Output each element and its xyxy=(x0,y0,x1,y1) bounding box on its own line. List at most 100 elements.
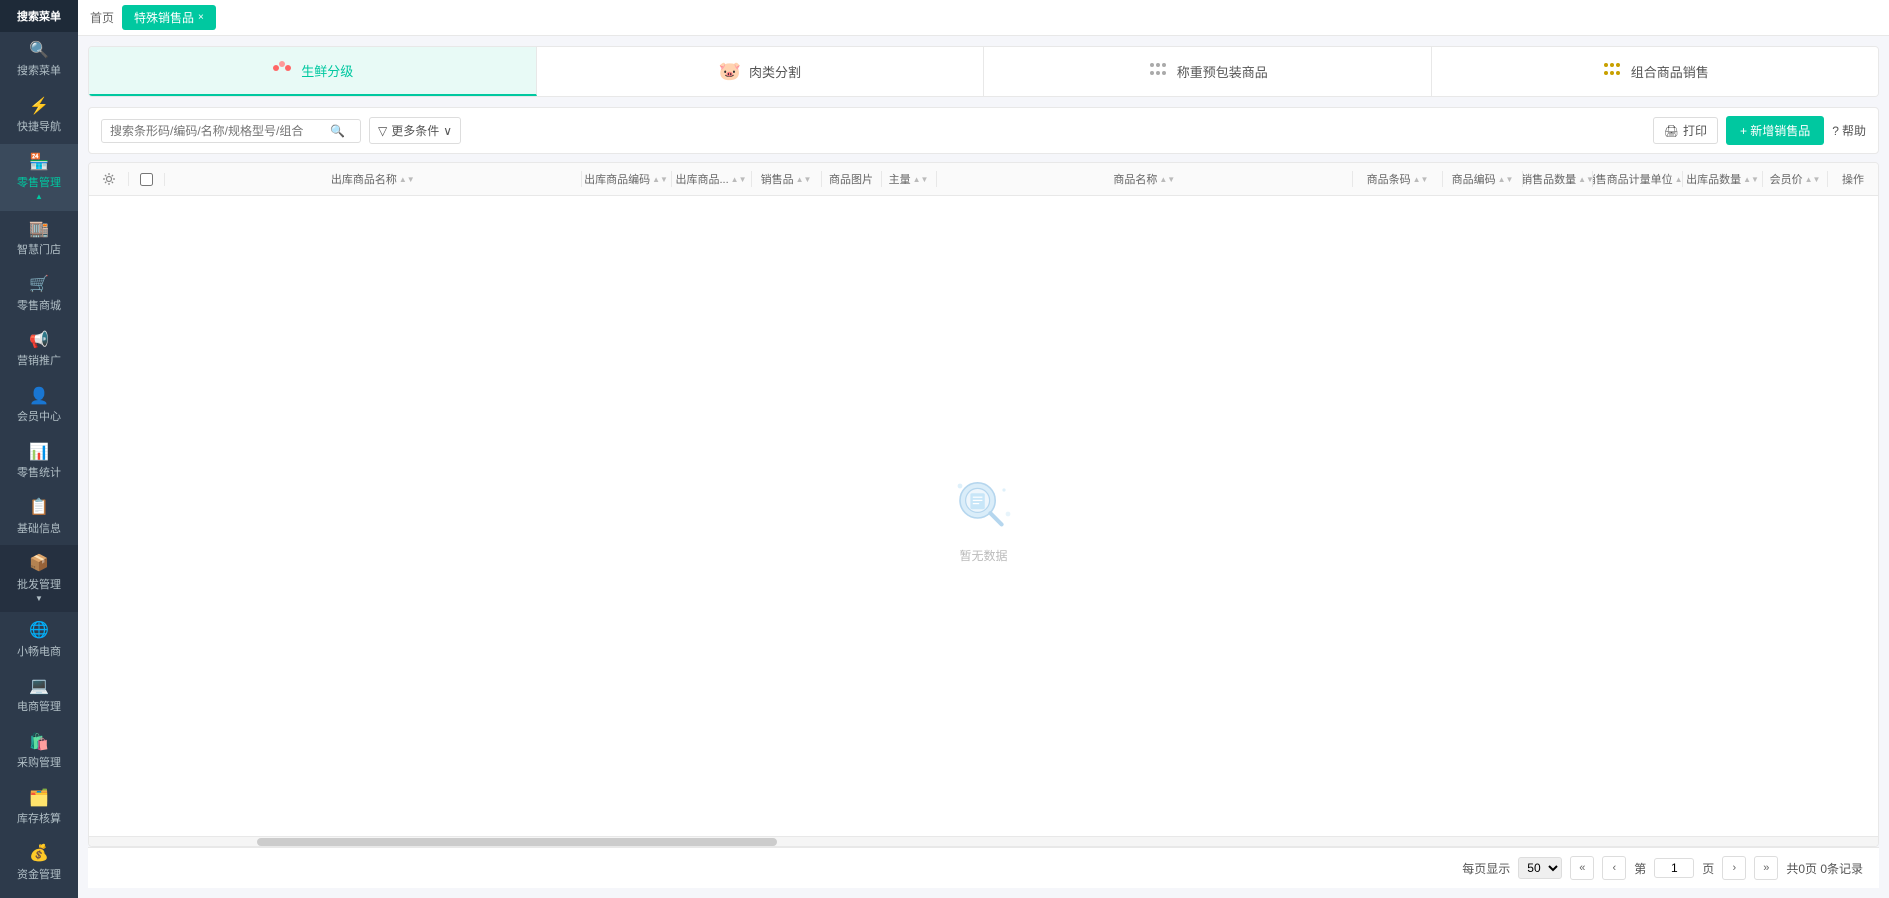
th-settings[interactable] xyxy=(89,172,129,186)
tab-weigh[interactable]: 称重预包装商品 xyxy=(984,47,1432,96)
last-page-button[interactable]: » xyxy=(1754,856,1778,880)
retail-stats-icon: 📊 xyxy=(29,442,49,464)
tab-combo[interactable]: 组合商品销售 xyxy=(1432,47,1879,96)
total-label: 共0页 0条记录 xyxy=(1786,860,1863,877)
sidebar-item-retail-stats[interactable]: 📊 零售统计 xyxy=(0,434,78,490)
sort-sales-icon[interactable]: ▲▼ xyxy=(796,175,812,184)
sort-out-spec-icon[interactable]: ▲▼ xyxy=(731,175,747,184)
th-out-code[interactable]: 出库商品编码 ▲▼ xyxy=(582,171,672,187)
meat-icon: 🐷 xyxy=(719,61,741,82)
prev-page-button[interactable]: ‹ xyxy=(1602,856,1626,880)
sidebar-item-ecom-mgmt[interactable]: 💻 电商管理 xyxy=(0,668,78,724)
wholesale-icon: 📦 xyxy=(29,553,49,575)
search-icon[interactable]: 🔍 xyxy=(330,124,345,138)
table-body: 暂无数据 xyxy=(89,196,1878,836)
th-out-name[interactable]: 出库商品名称 ▲▼ xyxy=(165,171,582,187)
sidebar-item-finance[interactable]: 💰 资金管理 xyxy=(0,835,78,891)
toolbar-left: 🔍 ▽ 更多条件 ∨ xyxy=(101,117,461,144)
page-label: 第 xyxy=(1634,860,1646,877)
table-area: 出库商品名称 ▲▼ 出库商品编码 ▲▼ 出库商品... ▲▼ 销售品 ▲▼ 商品… xyxy=(88,162,1879,847)
per-page-label: 每页显示 xyxy=(1462,860,1510,877)
filter-arrow-icon: ∨ xyxy=(443,124,452,138)
sort-out-code-icon[interactable]: ▲▼ xyxy=(652,175,668,184)
horizontal-scrollbar[interactable] xyxy=(89,836,1878,846)
tab-meat[interactable]: 🐷 肉类分割 xyxy=(537,47,985,96)
fresh-icon xyxy=(271,59,293,82)
search-box[interactable]: 🔍 xyxy=(101,119,361,143)
sidebar-item-inventory[interactable]: 🗂️ 库存核算 xyxy=(0,780,78,836)
sort-out-qty-icon[interactable]: ▲▼ xyxy=(1743,175,1759,184)
finance-icon: 💰 xyxy=(29,843,49,865)
sidebar-item-member[interactable]: 👤 会员中心 xyxy=(0,378,78,434)
th-action: 操作 xyxy=(1828,171,1878,187)
sidebar-item-marketing[interactable]: 📢 营销推广 xyxy=(0,322,78,378)
sort-weight-icon[interactable]: ▲▼ xyxy=(913,175,929,184)
inventory-icon: 🗂️ xyxy=(29,788,49,810)
th-out-qty[interactable]: 出库品数量 ▲▼ xyxy=(1683,171,1763,187)
member-icon: 👤 xyxy=(29,386,49,408)
active-tab[interactable]: 特殊销售品 × xyxy=(122,5,216,30)
print-icon: 🖨 xyxy=(1664,124,1679,138)
scroll-thumb[interactable] xyxy=(257,838,777,846)
retail-mall-icon: 🛒 xyxy=(29,274,49,296)
empty-state: 暂无数据 xyxy=(944,469,1024,564)
sort-sales-qty-icon[interactable]: ▲▼ xyxy=(1578,175,1593,184)
category-tabs: 生鲜分级 🐷 肉类分割 称重预包装商品 xyxy=(88,46,1879,97)
per-page-select[interactable]: 50 xyxy=(1518,857,1562,879)
search-menu-icon: 🔍 xyxy=(29,40,49,62)
sort-member-price-icon[interactable]: ▲▼ xyxy=(1805,175,1821,184)
help-button[interactable]: ? 帮助 xyxy=(1832,122,1866,139)
sidebar-item-purchase[interactable]: 🛍️ 采购管理 xyxy=(0,724,78,780)
basic-info-icon: 📋 xyxy=(29,497,49,519)
weigh-icon xyxy=(1147,60,1169,83)
sort-goods-name-icon[interactable]: ▲▼ xyxy=(1159,175,1175,184)
sidebar-item-wholesale[interactable]: 📦 批发管理 ▼ xyxy=(0,545,78,612)
th-barcode[interactable]: 商品条码 ▲▼ xyxy=(1353,171,1443,187)
sidebar-item-smart-store[interactable]: 🏬 智慧门店 xyxy=(0,211,78,267)
th-weight[interactable]: 主量 ▲▼ xyxy=(882,171,937,187)
sort-unit-icon[interactable]: ▲▼ xyxy=(1675,175,1683,184)
page-input[interactable] xyxy=(1654,858,1694,878)
sidebar-item-retail-mall[interactable]: 🛒 零售商城 xyxy=(0,266,78,322)
sidebar-item-search[interactable]: 🔍 搜索菜单 xyxy=(0,32,78,88)
sidebar-item-mini-ecom[interactable]: 🌐 小畅电商 xyxy=(0,612,78,668)
filter-icon: ▽ xyxy=(378,124,387,138)
retail-arrow-icon: ▲ xyxy=(35,191,43,202)
pagination: 每页显示 50 « ‹ 第 页 › » 共0页 0条记录 xyxy=(88,847,1879,888)
tab-fresh[interactable]: 生鲜分级 xyxy=(89,47,537,96)
help-icon: ? xyxy=(1832,124,1839,138)
tab-close-icon[interactable]: × xyxy=(198,12,204,23)
home-link[interactable]: 首页 xyxy=(90,9,114,26)
combo-icon xyxy=(1601,60,1623,83)
purchase-icon: 🛍️ xyxy=(29,732,49,754)
sort-out-name-icon[interactable]: ▲▼ xyxy=(399,175,415,184)
add-sales-button[interactable]: + 新增销售品 xyxy=(1726,116,1824,145)
quick-nav-icon: ⚡ xyxy=(29,96,49,118)
sidebar-item-retail[interactable]: 🏪 零售管理 ▲ xyxy=(0,144,78,211)
sort-goods-code-icon[interactable]: ▲▼ xyxy=(1498,175,1514,184)
topbar: 首页 特殊销售品 × xyxy=(78,0,1889,36)
marketing-icon: 📢 xyxy=(29,330,49,352)
sidebar-item-quick[interactable]: ⚡ 快捷导航 xyxy=(0,88,78,144)
ecom-mgmt-icon: 💻 xyxy=(29,676,49,698)
th-sales-qty[interactable]: 销售品数量 ▲▼ xyxy=(1523,171,1593,187)
select-all-checkbox[interactable] xyxy=(140,173,153,186)
main-area: 首页 特殊销售品 × 生鲜分级 🐷 肉类分 xyxy=(78,0,1889,898)
th-unit[interactable]: 销售商品计量单位 ▲▼ xyxy=(1593,171,1683,187)
first-page-button[interactable]: « xyxy=(1570,856,1594,880)
search-input[interactable] xyxy=(110,124,330,138)
th-goods-code[interactable]: 商品编码 ▲▼ xyxy=(1443,171,1523,187)
next-page-button[interactable]: › xyxy=(1722,856,1746,880)
smart-store-icon: 🏬 xyxy=(29,219,49,241)
th-member-price[interactable]: 会员价 ▲▼ xyxy=(1763,171,1828,187)
th-checkbox[interactable] xyxy=(129,173,165,186)
th-sales[interactable]: 销售品 ▲▼ xyxy=(752,171,822,187)
th-goods-name[interactable]: 商品名称 ▲▼ xyxy=(937,171,1354,187)
sidebar-item-basic-info[interactable]: 📋 基础信息 xyxy=(0,489,78,545)
sidebar-item-general[interactable]: 📒 总账管理 xyxy=(0,891,78,898)
th-out-spec[interactable]: 出库商品... ▲▼ xyxy=(672,171,752,187)
filter-button[interactable]: ▽ 更多条件 ∨ xyxy=(369,117,461,144)
print-button[interactable]: 🖨 打印 xyxy=(1653,117,1718,144)
retail-icon: 🏪 xyxy=(29,152,49,174)
sort-barcode-icon[interactable]: ▲▼ xyxy=(1413,175,1429,184)
